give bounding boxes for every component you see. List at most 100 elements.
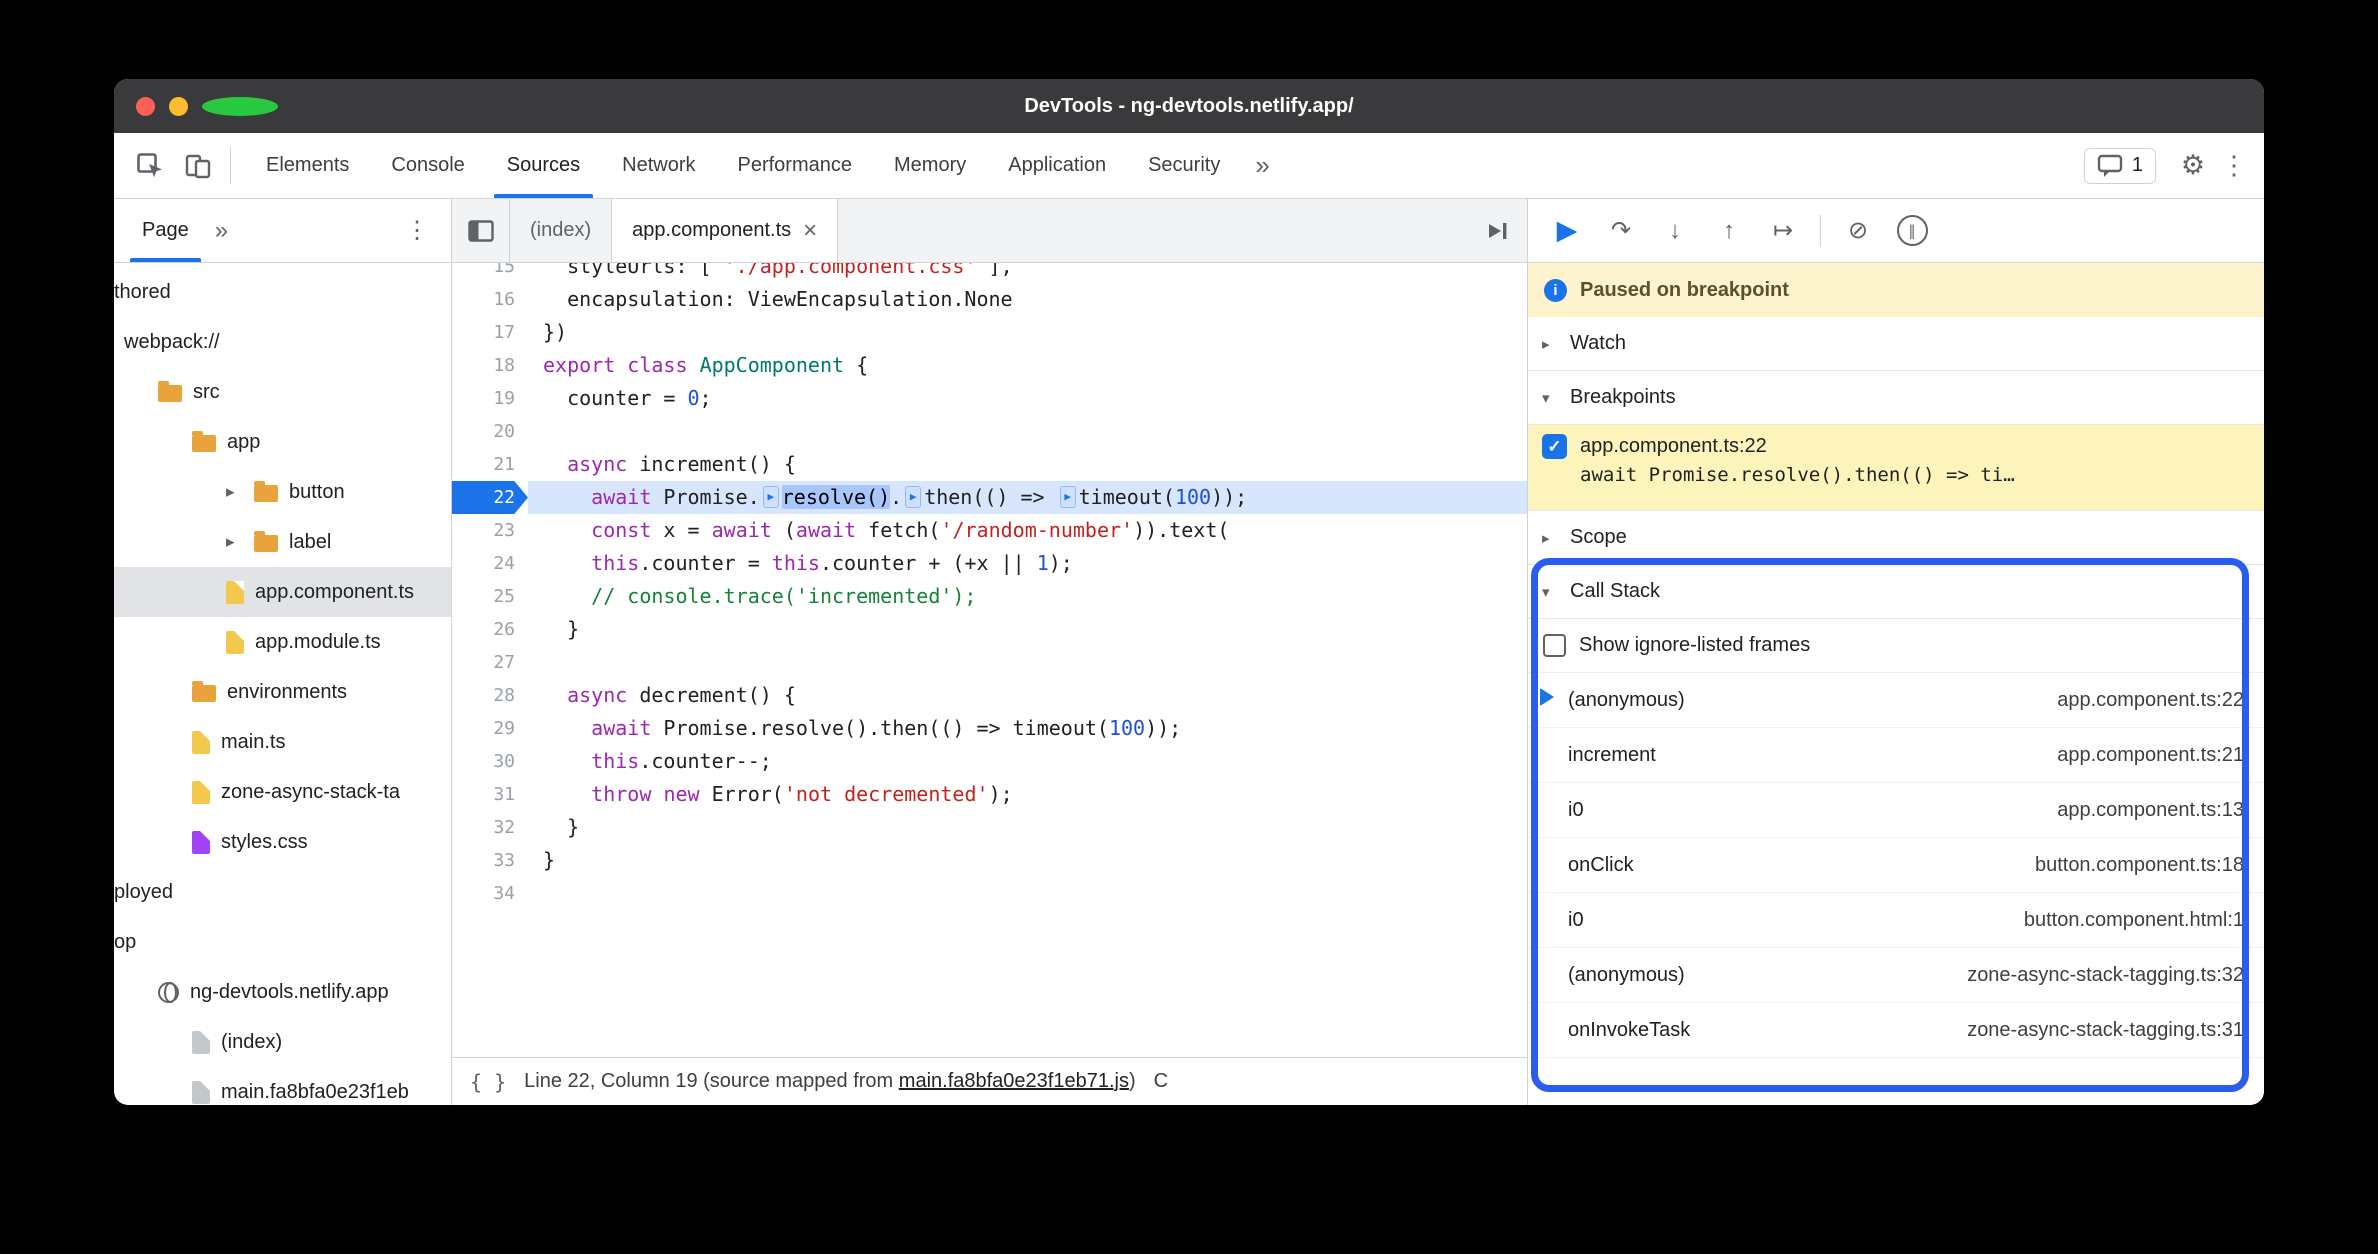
call-stack-frame[interactable]: (anonymous) app.component.ts:22 (1528, 673, 2264, 728)
code-line[interactable]: 30 this.counter--; (452, 745, 1527, 778)
close-tab-icon[interactable]: × (803, 217, 817, 245)
line-number[interactable]: 32 (452, 811, 528, 844)
code-line[interactable]: 32 } (452, 811, 1527, 844)
code-line[interactable]: 24 this.counter = this.counter + (+x || … (452, 547, 1527, 580)
step-out-icon[interactable]: ↑ (1704, 208, 1754, 254)
call-stack-frame[interactable]: i0 app.component.ts:13 (1528, 783, 2264, 838)
line-number[interactable]: 27 (452, 646, 528, 679)
tree-item-label[interactable]: ▸ label (114, 517, 451, 567)
tree-item-zone-async-stack-ta[interactable]: zone-async-stack-ta (114, 767, 451, 817)
inspect-element-icon[interactable] (126, 133, 174, 198)
source-map-link[interactable]: main.fa8bfa0e23f1eb71.js (899, 1070, 1129, 1092)
code-line[interactable]: 26 } (452, 613, 1527, 646)
line-number[interactable]: 24 (452, 547, 528, 580)
section-watch[interactable]: ▸ Watch (1528, 317, 2264, 371)
code-line[interactable]: 27 (452, 646, 1527, 679)
tree-item-ployed[interactable]: ployed (114, 867, 451, 917)
device-toolbar-icon[interactable] (174, 133, 222, 198)
tab-application[interactable]: Application (987, 133, 1127, 198)
disclosure-arrow-icon[interactable]: ▸ (226, 532, 243, 552)
tree-item-thored[interactable]: thored (114, 267, 451, 317)
navigator-kebab-icon[interactable]: ⋮ (393, 216, 441, 245)
code-line[interactable]: 23 const x = await (await fetch('/random… (452, 514, 1527, 547)
tab-elements[interactable]: Elements (245, 133, 370, 198)
call-stack-frame[interactable]: i0 button.component.html:1 (1528, 893, 2264, 948)
step-into-icon[interactable]: ↓ (1650, 208, 1700, 254)
line-number[interactable]: 33 (452, 844, 528, 877)
close-window-button[interactable] (136, 96, 155, 116)
code-line[interactable]: 34 (452, 877, 1527, 910)
section-scope[interactable]: ▸ Scope (1528, 511, 2264, 565)
section-call-stack[interactable]: ▾ Call Stack (1528, 565, 2264, 619)
call-stack-frame[interactable]: (anonymous) zone-async-stack-tagging.ts:3… (1528, 948, 2264, 1003)
tab-memory[interactable]: Memory (873, 133, 987, 198)
toggle-debugger-sidebar-icon[interactable] (1467, 199, 1527, 262)
line-number[interactable]: 21 (452, 448, 528, 481)
tree-item-main-fa8bfa0e23f1eb[interactable]: main.fa8bfa0e23f1eb (114, 1067, 451, 1105)
pretty-print-icon[interactable]: { } (470, 1070, 506, 1094)
tree-item-ng-devtools-netlify-app[interactable]: ng-devtools.netlify.app (114, 967, 451, 1017)
line-number[interactable]: 31 (452, 778, 528, 811)
more-options-icon[interactable]: ⋮ (2216, 150, 2252, 181)
tree-item-app[interactable]: app (114, 417, 451, 467)
line-number[interactable]: 25 (452, 580, 528, 613)
tree-item-app-component-ts[interactable]: app.component.ts (114, 567, 451, 617)
tab-security[interactable]: Security (1127, 133, 1241, 198)
section-breakpoints[interactable]: ▾ Breakpoints (1528, 371, 2264, 425)
code-editor[interactable]: 15 styleUrls: [ './app.component.css' ],… (452, 263, 1527, 1057)
async-step-marker-icon[interactable]: ▶ (905, 485, 922, 508)
tab-page[interactable]: Page (124, 199, 207, 262)
line-number[interactable]: 23 (452, 514, 528, 547)
tree-item-op[interactable]: op (114, 917, 451, 967)
tree-item-index[interactable]: (index) (114, 1017, 451, 1067)
settings-gear-icon[interactable]: ⚙ (2170, 150, 2216, 181)
show-ignore-listed-frames-row[interactable]: Show ignore-listed frames (1528, 619, 2264, 673)
code-line[interactable]: 22 await Promise. ▶ resolve(). ▶ then(() => … (452, 481, 1527, 514)
code-line[interactable]: 19 counter = 0; (452, 382, 1527, 415)
call-stack-frame[interactable]: onClick button.component.ts:18 (1528, 838, 2264, 893)
tab-performance[interactable]: Performance (717, 133, 874, 198)
deactivate-breakpoints-icon[interactable]: ⊘ (1833, 208, 1883, 254)
breakpoint-checkbox-checked[interactable]: ✓ (1542, 434, 1567, 459)
disclosure-arrow-icon[interactable]: ▸ (226, 482, 243, 502)
call-stack-frame[interactable]: increment app.component.ts:21 (1528, 728, 2264, 783)
step-icon[interactable]: ↦ (1758, 208, 1808, 254)
line-number[interactable]: 26 (452, 613, 528, 646)
zoom-window-button[interactable] (202, 96, 278, 116)
line-number[interactable]: 17 (452, 316, 528, 349)
code-line[interactable]: 18 export class AppComponent { (452, 349, 1527, 382)
code-line[interactable]: 21 async increment() { (452, 448, 1527, 481)
code-line[interactable]: 28 async decrement() { (452, 679, 1527, 712)
tree-item-styles-css[interactable]: styles.css (114, 817, 451, 867)
tab-network[interactable]: Network (601, 133, 716, 198)
breakpoint-entry[interactable]: ✓ app.component.ts:22 await Promise.reso… (1528, 425, 2264, 511)
pause-on-exceptions-icon[interactable]: ∥ (1887, 208, 1937, 254)
line-number[interactable]: 16 (452, 283, 528, 316)
call-stack-frame[interactable]: onInvokeTask zone-async-stack-tagging.ts:… (1528, 1003, 2264, 1058)
tree-item-button[interactable]: ▸ button (114, 467, 451, 517)
code-line[interactable]: 25 // console.trace('incremented'); (452, 580, 1527, 613)
code-line[interactable]: 20 (452, 415, 1527, 448)
ignore-frames-checkbox-unchecked[interactable] (1543, 634, 1566, 657)
line-number[interactable]: 15 (452, 263, 528, 283)
tab-sources[interactable]: Sources (486, 133, 601, 198)
tab-console[interactable]: Console (370, 133, 485, 198)
code-line[interactable]: 17}) (452, 316, 1527, 349)
tree-item-webpack[interactable]: webpack:// (114, 317, 451, 367)
line-number[interactable]: 30 (452, 745, 528, 778)
editor-tab-app-component-ts[interactable]: app.component.ts × (612, 199, 839, 262)
toggle-navigator-icon[interactable] (452, 199, 510, 262)
editor-tab-index[interactable]: (index) (510, 199, 613, 262)
navigator-more-tabs-chevron[interactable]: » (207, 217, 236, 245)
line-number[interactable]: 19 (452, 382, 528, 415)
code-line[interactable]: 33} (452, 844, 1527, 877)
step-over-icon[interactable]: ↷ (1596, 208, 1646, 254)
minimize-window-button[interactable] (169, 96, 188, 116)
code-line[interactable]: 29 await Promise.resolve().then(() => ti… (452, 712, 1527, 745)
async-step-marker-icon[interactable]: ▶ (762, 485, 779, 508)
code-line[interactable]: 15 styleUrls: [ './app.component.css' ], (452, 263, 1527, 283)
code-line[interactable]: 16 encapsulation: ViewEncapsulation.None (452, 283, 1527, 316)
code-line[interactable]: 31 throw new Error('not decremented'); (452, 778, 1527, 811)
tree-item-main-ts[interactable]: main.ts (114, 717, 451, 767)
tree-item-app-module-ts[interactable]: app.module.ts (114, 617, 451, 667)
